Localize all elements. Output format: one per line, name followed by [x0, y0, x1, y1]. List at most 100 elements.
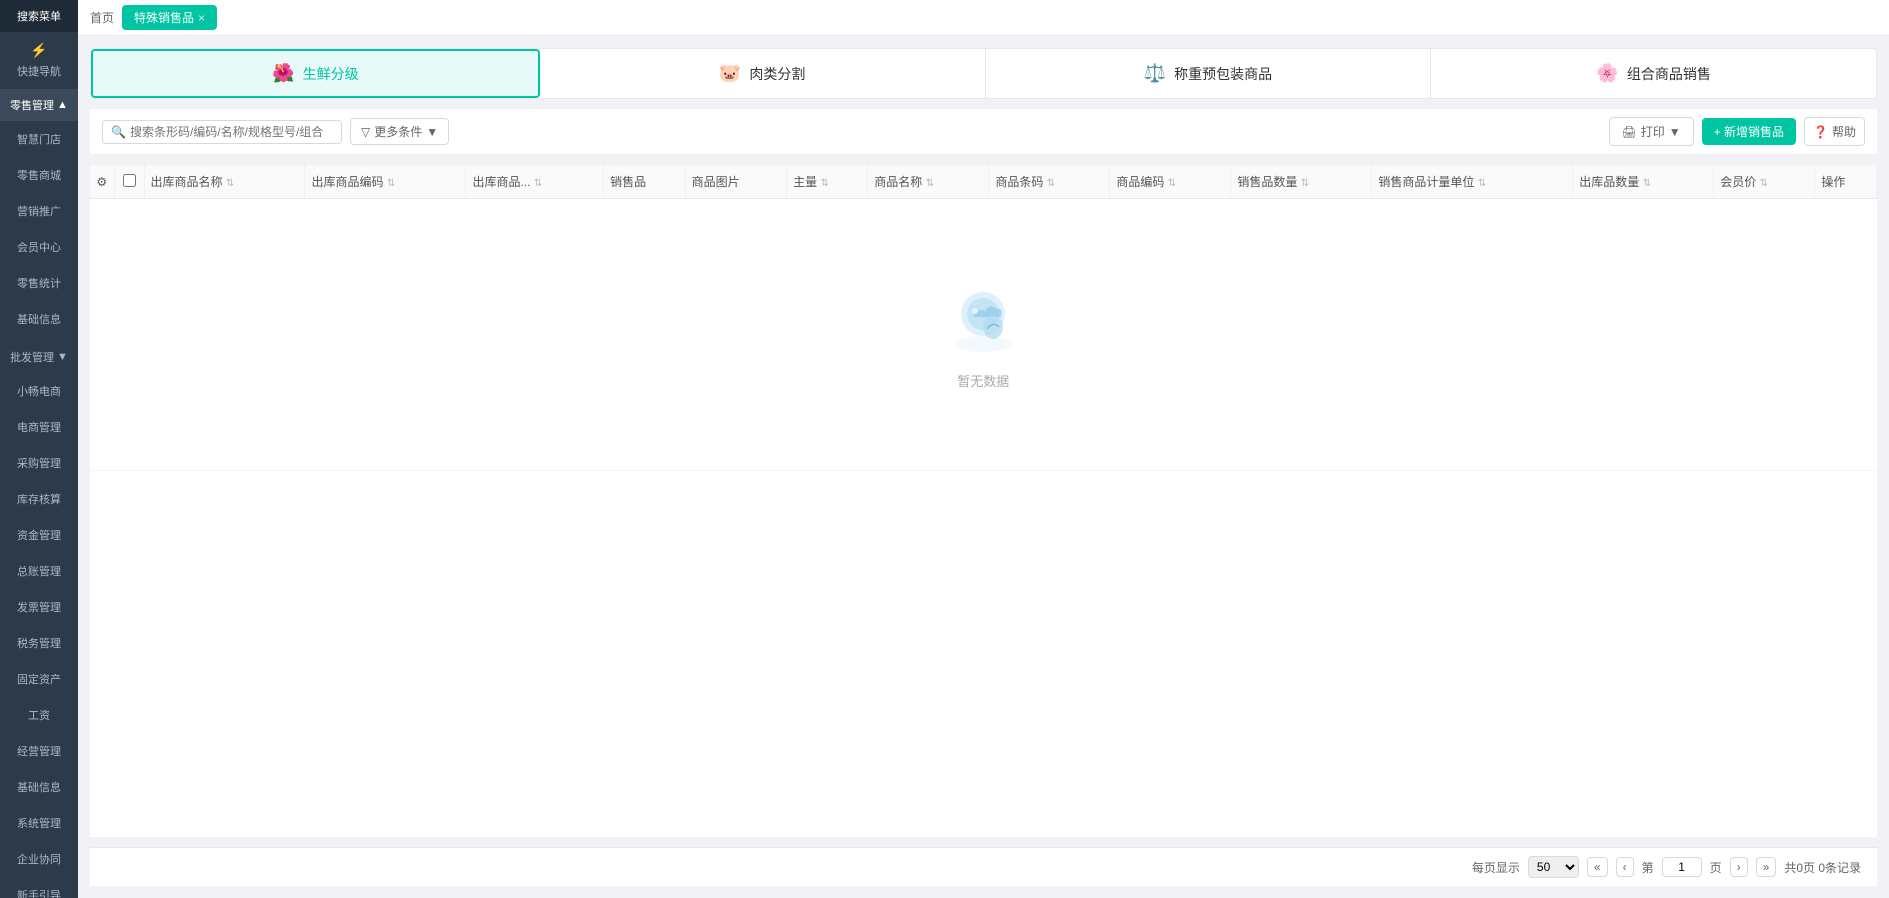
prev-page-button[interactable]: ‹: [1616, 857, 1634, 877]
col-product-name[interactable]: 商品名称 ⇅: [868, 165, 989, 199]
sidebar: 搜索菜单 ⚡ 快捷导航 零售管理 ▲ 智慧门店 零售商城 营销推广 会员中心 零…: [0, 0, 78, 898]
sort-icon: ⇅: [226, 178, 234, 189]
col-sale-product-label: 销售品: [610, 175, 646, 189]
basic-info2-label: 基础信息: [17, 779, 61, 795]
sidebar-item-tax-mgmt[interactable]: 税务管理: [0, 625, 78, 661]
sidebar-item-invoice-mgmt[interactable]: 发票管理: [0, 589, 78, 625]
col-product-image: 商品图片: [685, 165, 787, 199]
select-all-checkbox[interactable]: [123, 174, 136, 187]
page-label: 第: [1642, 859, 1654, 876]
sort-icon-9: ⇅: [1478, 178, 1486, 189]
col-out-product-name-label: 出库商品名称: [151, 175, 223, 189]
tab-fresh-grade[interactable]: 🌺 生鲜分级: [91, 49, 540, 98]
wholesale-mgmt-label: 批发管理: [10, 349, 54, 365]
sidebar-item-salary[interactable]: 工资: [0, 697, 78, 733]
filter-button[interactable]: ▽ 更多条件 ▼: [350, 118, 449, 145]
col-product-image-label: 商品图片: [692, 175, 740, 189]
business-mgmt-label: 经营管理: [17, 743, 61, 759]
chevron-icon: ▲: [57, 99, 68, 111]
per-page-label: 每页显示: [1472, 859, 1520, 876]
next-page-button[interactable]: ›: [1730, 857, 1748, 877]
col-out-qty[interactable]: 出库品数量 ⇅: [1573, 165, 1714, 199]
sort-icon-8: ⇅: [1301, 178, 1309, 189]
col-checkbox[interactable]: [114, 165, 144, 199]
active-tab[interactable]: 特殊销售品 ×: [122, 5, 217, 30]
tab-scale-prepack[interactable]: ⚖️ 称重预包装商品: [986, 49, 1432, 98]
sidebar-logo: 搜索菜单: [0, 0, 78, 32]
tab-meat-cut[interactable]: 🐷 肉类分割: [540, 49, 986, 98]
first-page-button[interactable]: «: [1587, 857, 1608, 877]
col-out-product-code[interactable]: 出库商品编码 ⇅: [305, 165, 466, 199]
sidebar-item-general-ledger[interactable]: 总账管理: [0, 553, 78, 589]
help-label: 帮助: [1832, 123, 1856, 140]
sidebar-item-ecom-mgmt[interactable]: 电商管理: [0, 409, 78, 445]
sort-icon-6: ⇅: [1047, 178, 1055, 189]
home-breadcrumb[interactable]: 首页: [90, 9, 114, 26]
scale-prepack-label: 称重预包装商品: [1174, 64, 1272, 84]
sidebar-item-basic-info[interactable]: 基础信息: [0, 301, 78, 337]
sidebar-item-finance[interactable]: 资金管理: [0, 517, 78, 553]
sidebar-item-business-mgmt[interactable]: 经营管理: [0, 733, 78, 769]
col-product-name-label: 商品名称: [874, 175, 922, 189]
combo-sales-label: 组合商品销售: [1627, 64, 1711, 84]
col-sale-qty[interactable]: 销售品数量 ⇅: [1231, 165, 1372, 199]
col-product-code[interactable]: 商品编码 ⇅: [1110, 165, 1231, 199]
col-member-price[interactable]: 会员价 ⇅: [1714, 165, 1815, 199]
sidebar-item-member-center[interactable]: 会员中心: [0, 229, 78, 265]
meat-cut-label: 肉类分割: [749, 64, 805, 84]
col-out-product-x[interactable]: 出库商品... ⇅: [466, 165, 604, 199]
smart-store-label: 智慧门店: [17, 131, 61, 147]
tab-combo-sales[interactable]: 🌸 组合商品销售: [1431, 49, 1876, 98]
col-product-barcode-label: 商品条码: [995, 175, 1043, 189]
sidebar-item-sales-promo[interactable]: 营销推广: [0, 193, 78, 229]
col-sale-qty-label: 销售品数量: [1237, 175, 1297, 189]
col-sale-unit[interactable]: 销售商品计量单位 ⇅: [1372, 165, 1573, 199]
sidebar-item-basic-info2[interactable]: 基础信息: [0, 769, 78, 805]
meat-cut-icon: 🐷: [719, 63, 741, 84]
help-button[interactable]: ❓ 帮助: [1804, 117, 1865, 146]
sidebar-item-smart-store[interactable]: 智慧门店: [0, 121, 78, 157]
col-out-product-code-label: 出库商品编码: [311, 175, 383, 189]
sidebar-item-fixed-assets[interactable]: 固定资产: [0, 661, 78, 697]
col-settings[interactable]: ⚙: [90, 165, 114, 199]
sidebar-item-enterprise[interactable]: 企业协同: [0, 841, 78, 877]
col-out-product-name[interactable]: 出库商品名称 ⇅: [144, 165, 305, 199]
sidebar-item-system-mgmt[interactable]: 系统管理: [0, 805, 78, 841]
sidebar-item-retail-mgmt[interactable]: 零售管理 ▲: [0, 89, 78, 121]
col-out-product-x-label: 出库商品...: [472, 175, 530, 189]
basic-info-label: 基础信息: [17, 311, 61, 327]
sidebar-item-quick-nav[interactable]: ⚡ 快捷导航: [0, 32, 78, 89]
active-tab-label: 特殊销售品: [134, 9, 194, 26]
sidebar-item-wholesale-mgmt[interactable]: 批发管理 ▼: [0, 341, 78, 373]
page-input[interactable]: [1662, 857, 1702, 877]
member-center-label: 会员中心: [17, 239, 61, 255]
sidebar-item-mini-ecom[interactable]: 小畅电商: [0, 373, 78, 409]
sidebar-item-retail-mall[interactable]: 零售商城: [0, 157, 78, 193]
empty-state: 暂无数据: [90, 199, 1877, 470]
last-page-button[interactable]: »: [1756, 857, 1777, 877]
sidebar-item-purchase-mgmt[interactable]: 采购管理: [0, 445, 78, 481]
col-product-barcode[interactable]: 商品条码 ⇅: [989, 165, 1110, 199]
per-page-select[interactable]: 50 10 20 100: [1528, 856, 1579, 878]
sidebar-item-newbie[interactable]: 新手引导: [0, 877, 78, 898]
col-main-weight[interactable]: 主量 ⇅: [787, 165, 868, 199]
new-sale-button[interactable]: + 新增销售品: [1702, 118, 1796, 145]
retail-mall-label: 零售商城: [17, 167, 61, 183]
sidebar-item-inventory[interactable]: 库存核算: [0, 481, 78, 517]
fixed-assets-label: 固定资产: [17, 671, 61, 687]
new-sale-label: + 新增销售品: [1714, 123, 1784, 140]
sidebar-item-retail-stats[interactable]: 零售统计: [0, 265, 78, 301]
inventory-label: 库存核算: [17, 491, 61, 507]
ecom-mgmt-label: 电商管理: [17, 419, 61, 435]
sort-icon-2: ⇅: [387, 178, 395, 189]
mini-ecom-label: 小畅电商: [17, 383, 61, 399]
close-tab-icon[interactable]: ×: [198, 11, 205, 25]
search-box[interactable]: 🔍: [102, 120, 342, 144]
table-container: ⚙ 出库商品名称 ⇅ 出库商品编码 ⇅ 出库商品... ⇅: [90, 165, 1877, 837]
sort-icon-3: ⇅: [534, 178, 542, 189]
col-member-price-label: 会员价: [1720, 175, 1756, 189]
print-button[interactable]: 🖨 打印 ▼: [1609, 117, 1694, 146]
toolbar-right: 🖨 打印 ▼ + 新增销售品 ❓ 帮助: [1609, 117, 1865, 146]
search-input[interactable]: [130, 125, 333, 139]
col-sale-unit-label: 销售商品计量单位: [1378, 175, 1474, 189]
